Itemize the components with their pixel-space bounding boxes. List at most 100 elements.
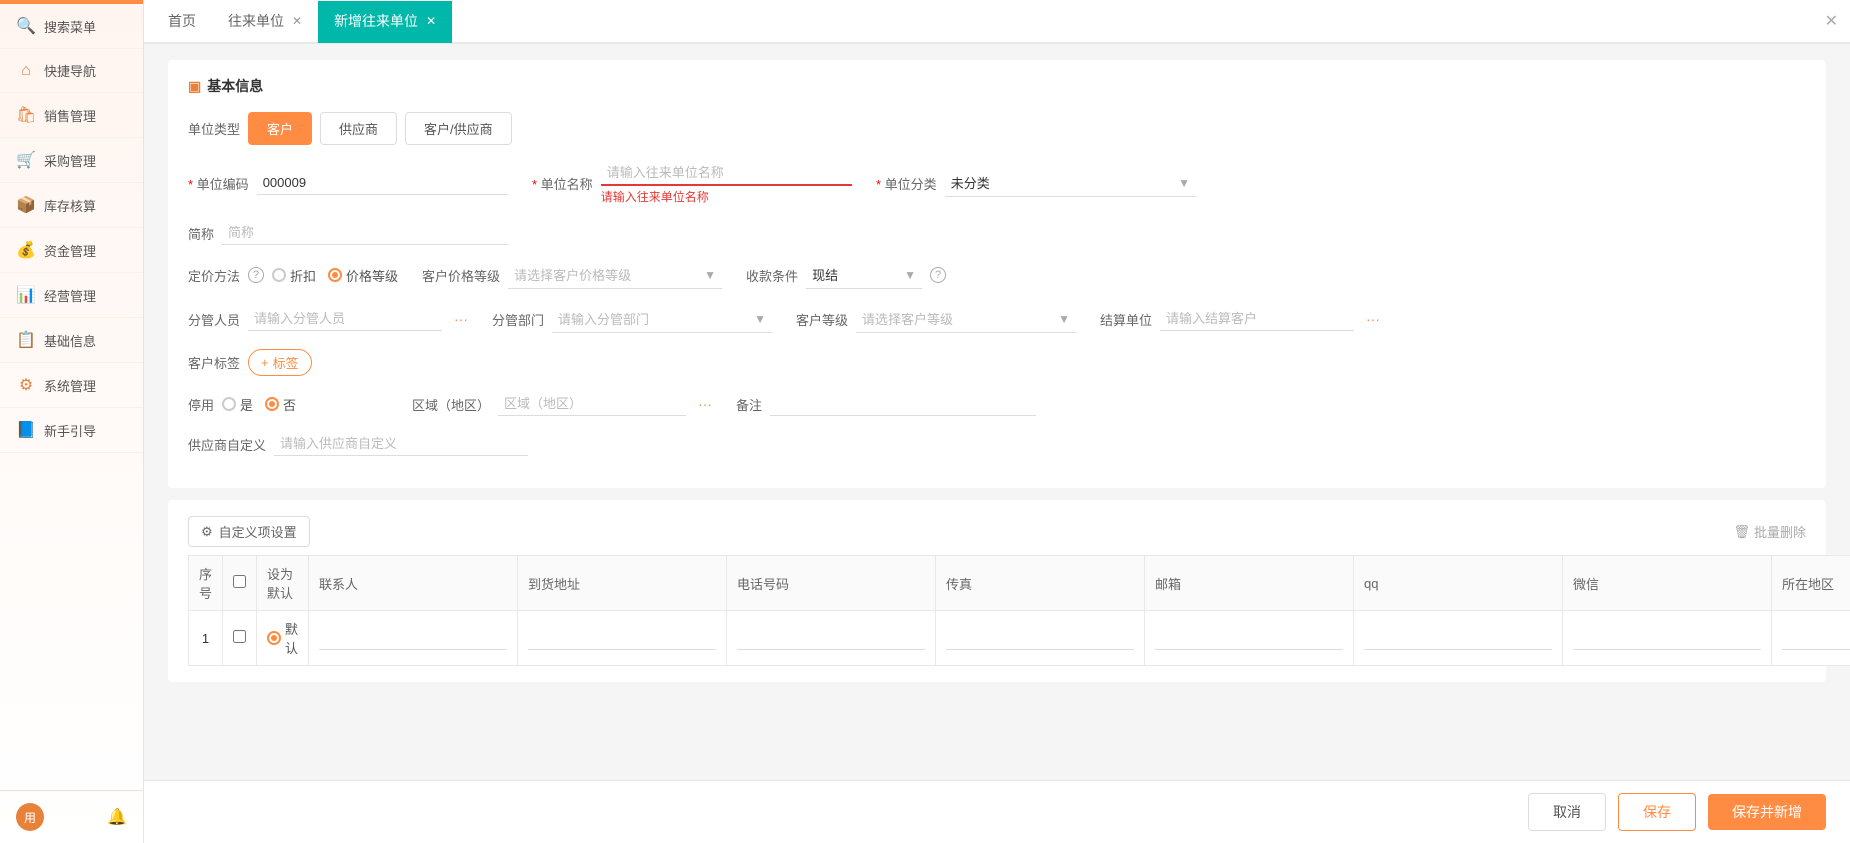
sidebar-item-operations[interactable]: 📊 经营管理 (0, 273, 143, 318)
qq-input[interactable] (1364, 626, 1552, 650)
table-header-row: 序号 设为默认 联系人 到货地址 电话号码 传真 邮箱 qq 微信 所在地区 (189, 556, 1850, 611)
chevron-down-icon: ▼ (704, 268, 716, 282)
th-qq: qq (1354, 556, 1563, 611)
pricing-label: 定价方法 (188, 266, 240, 285)
settlement-more-icon[interactable]: ··· (1366, 311, 1380, 327)
batch-delete-button[interactable]: 🗑 批量删除 (1733, 522, 1806, 541)
main-content: 首页 往来单位 ✕ 新增往来单位 ✕ ✕ ▣ 基本信息 单位类型 客户 (144, 0, 1850, 843)
abbr-input[interactable] (222, 221, 508, 245)
fax-input[interactable] (946, 626, 1134, 650)
dept-select[interactable]: 请输入分管部门 ▼ (552, 305, 772, 333)
unit-code-input[interactable] (257, 171, 508, 195)
cancel-button[interactable]: 取消 (1528, 793, 1606, 831)
finance-icon: 💰 (16, 240, 36, 260)
unit-type-label: 单位类型 (188, 119, 240, 138)
disabled-no-radio[interactable]: 否 (265, 395, 296, 414)
unit-name-input[interactable] (601, 161, 852, 186)
sidebar-item-label: 快捷导航 (44, 61, 96, 80)
form-group-pricing: 定价方法 ? 折扣 价格等级 (188, 266, 398, 285)
sidebar-item-system[interactable]: ⚙ 系统管理 (0, 363, 143, 408)
save-button[interactable]: 保存 (1618, 793, 1696, 831)
th-address: 到货地址 (518, 556, 727, 611)
dept-label: 分管部门 (492, 310, 544, 329)
td-qq (1354, 611, 1563, 666)
plus-icon: + (261, 355, 269, 370)
form-group-customer-grade: 客户价格等级 请选择客户价格等级 ▼ (422, 261, 722, 289)
grade-radio-label: 价格等级 (346, 266, 398, 285)
type-btn-both[interactable]: 客户/供应商 (405, 112, 512, 145)
sidebar-item-finance[interactable]: 💰 资金管理 (0, 228, 143, 273)
form-group-unit-code: 单位编码 (188, 171, 508, 195)
customer-level-select[interactable]: 请选择客户等级 ▼ (856, 305, 1076, 333)
th-contact: 联系人 (309, 556, 518, 611)
region-input[interactable] (498, 392, 686, 416)
table-header: ⚙ 自定义项设置 🗑 批量删除 (188, 516, 1806, 547)
custom-settings-button[interactable]: ⚙ 自定义项设置 (188, 516, 310, 547)
pricing-grade-radio[interactable]: 价格等级 (328, 266, 398, 285)
sidebar-item-purchase[interactable]: 🛒 采购管理 (0, 138, 143, 183)
unit-category-select[interactable]: 未分类 ▼ (945, 169, 1196, 197)
tab-new-partner[interactable]: 新增往来单位 ✕ (318, 1, 452, 43)
manager-input[interactable] (248, 307, 442, 331)
select-all-checkbox[interactable] (233, 575, 246, 588)
sidebar-item-guide[interactable]: 📘 新手引导 (0, 408, 143, 453)
chevron-down-icon: ▼ (904, 268, 916, 282)
type-btn-customer[interactable]: 客户 (248, 112, 312, 145)
location-input[interactable] (1782, 626, 1850, 650)
tab-partners-close[interactable]: ✕ (292, 14, 302, 28)
supplier-custom-input[interactable] (274, 432, 528, 456)
sidebar-item-inventory[interactable]: 📦 库存核算 (0, 183, 143, 228)
tab-partners-label: 往来单位 (228, 11, 284, 31)
payment-terms-select[interactable]: 现结 ▼ (806, 261, 922, 289)
tab-home[interactable]: 首页 (152, 1, 212, 43)
basic-icon: 📋 (16, 330, 36, 350)
wechat-input[interactable] (1573, 626, 1761, 650)
td-check (223, 611, 257, 666)
pricing-help-icon[interactable]: ? (248, 267, 264, 283)
disabled-yes-radio[interactable]: 是 (222, 395, 253, 414)
yes-radio-label: 是 (240, 395, 253, 414)
pricing-discount-radio[interactable]: 折扣 (272, 266, 316, 285)
th-fax: 传真 (936, 556, 1145, 611)
save-new-button[interactable]: 保存并新增 (1708, 794, 1826, 830)
form-row-code-name: 单位编码 单位名称 请输入往来单位名称 单位分类 未分类 ▼ (188, 161, 1806, 205)
tab-new-partner-label: 新增往来单位 (334, 11, 418, 31)
sidebar-item-search[interactable]: 🔍 搜索菜单 (0, 4, 143, 49)
type-btn-supplier[interactable]: 供应商 (320, 112, 397, 145)
customer-grade-select[interactable]: 请选择客户价格等级 ▼ (508, 261, 722, 289)
sidebar-footer: 用 🔔 (0, 790, 143, 843)
chevron-down-icon: ▼ (754, 312, 766, 326)
yes-radio-circle (222, 397, 236, 411)
payment-terms-help-icon[interactable]: ? (930, 267, 946, 283)
td-wechat (1563, 611, 1772, 666)
no-radio-circle (265, 397, 279, 411)
settlement-input[interactable] (1160, 307, 1354, 331)
form-group-payment-terms: 收款条件 现结 ▼ ? (746, 261, 946, 289)
address-input[interactable] (528, 626, 716, 650)
note-input[interactable] (770, 392, 1036, 416)
sidebar-item-label: 库存核算 (44, 196, 96, 215)
default-radio[interactable]: 默认 (267, 619, 298, 657)
contact-input[interactable] (319, 626, 507, 650)
sidebar-item-sales[interactable]: 🛍 销售管理 (0, 93, 143, 138)
region-more-icon[interactable]: ··· (698, 396, 712, 412)
discount-radio-label: 折扣 (290, 266, 316, 285)
manager-more-icon[interactable]: ··· (454, 311, 468, 327)
email-input[interactable] (1155, 626, 1343, 650)
manager-label: 分管人员 (188, 310, 240, 329)
sidebar-item-basic[interactable]: 📋 基础信息 (0, 318, 143, 363)
form-group-settlement: 结算单位 ··· (1100, 307, 1380, 331)
sidebar-item-quicknav[interactable]: ⌂ 快捷导航 (0, 49, 143, 93)
phone-input[interactable] (737, 626, 925, 650)
close-all-icon[interactable]: ✕ (1821, 7, 1842, 35)
disabled-radio-group: 是 否 (222, 395, 296, 414)
add-tag-button[interactable]: + 标签 (248, 349, 312, 376)
form-group-note: 备注 (736, 392, 1036, 416)
form-row-unit-type: 单位类型 客户 供应商 客户/供应商 (188, 112, 1806, 145)
tab-partners[interactable]: 往来单位 ✕ (212, 1, 318, 43)
td-location (1772, 611, 1850, 666)
row-checkbox[interactable] (233, 630, 246, 643)
tab-new-partner-close[interactable]: ✕ (426, 14, 436, 28)
th-default: 设为默认 (257, 556, 309, 611)
tag-btn-label: 标签 (273, 353, 299, 372)
